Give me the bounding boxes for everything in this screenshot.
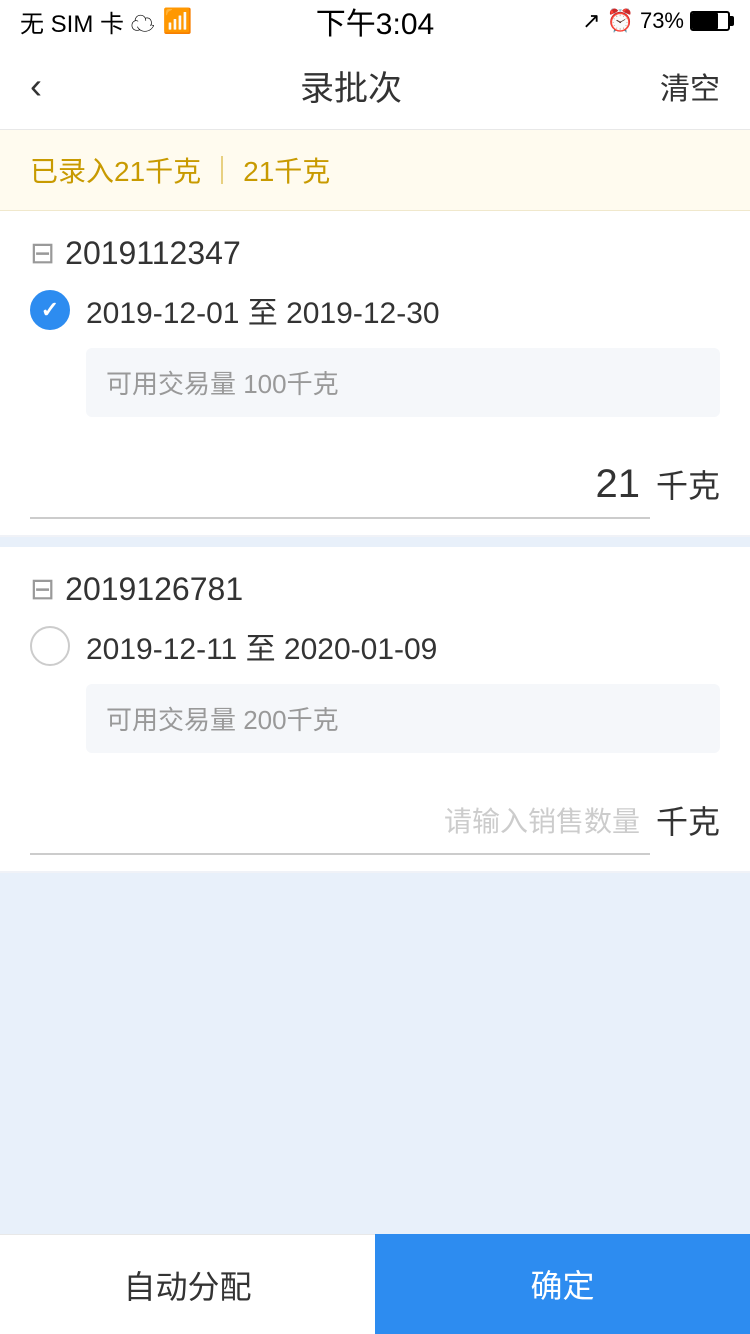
back-button[interactable]: ‹ bbox=[30, 65, 42, 107]
status-left: 无 SIM 卡 ☁ 📶 bbox=[20, 4, 193, 39]
location-icon: ↗ bbox=[582, 8, 600, 34]
wifi-icon: 📶 bbox=[163, 7, 193, 36]
batch1-header: ⊟ 2019112347 bbox=[30, 235, 720, 272]
batch1-date: 2019-12-01 至 2019-12-30 bbox=[86, 288, 440, 332]
nav-bar: ‹ 录批次 清空 bbox=[0, 42, 750, 130]
page-title: 录批次 bbox=[300, 61, 402, 110]
status-time: 下午3:04 bbox=[316, 0, 434, 43]
batch1-id: 2019112347 bbox=[65, 235, 241, 272]
status-right: ↗ ⏰ 73% bbox=[582, 8, 730, 34]
summary-bar: 已录入21千克 21千克 bbox=[0, 130, 750, 211]
summary-divider bbox=[221, 156, 223, 184]
batch2-input-row[interactable]: 请输入销售数量 千克 bbox=[0, 777, 750, 853]
status-bar: 无 SIM 卡 ☁ 📶 下午3:04 ↗ ⏰ 73% bbox=[0, 0, 750, 42]
confirm-button[interactable]: 确定 bbox=[375, 1234, 750, 1334]
batch1-card: ⊟ 2019112347 2019-12-01 至 2019-12-30 可用交… bbox=[0, 211, 750, 535]
separator1 bbox=[0, 537, 750, 547]
batch1-quantity-value: 21 bbox=[595, 462, 640, 507]
batch1-date-row[interactable]: 2019-12-01 至 2019-12-30 bbox=[30, 288, 720, 332]
batch1-quantity-row: 21 千克 bbox=[0, 441, 750, 517]
batch2-icon: ⊟ bbox=[30, 572, 55, 607]
batch2-available: 可用交易量 200千克 bbox=[86, 684, 720, 753]
batch2-input-placeholder[interactable]: 请输入销售数量 bbox=[444, 800, 640, 840]
clear-button[interactable]: 清空 bbox=[660, 64, 720, 108]
batch2-id: 2019126781 bbox=[65, 571, 243, 608]
batch2-unit: 千克 bbox=[656, 797, 720, 843]
signal-text: 无 SIM 卡 ☁ bbox=[20, 4, 155, 39]
bottom-bar: 自动分配 确定 bbox=[0, 1234, 750, 1334]
auto-distribute-button[interactable]: 自动分配 bbox=[0, 1234, 375, 1334]
batch1-unit: 千克 bbox=[656, 461, 720, 507]
alarm-icon: ⏰ bbox=[607, 8, 634, 34]
batch1-icon: ⊟ bbox=[30, 236, 55, 271]
battery-icon bbox=[690, 11, 730, 31]
batch2-radio[interactable] bbox=[30, 626, 70, 666]
keyboard-area bbox=[0, 873, 750, 1293]
batch2-date: 2019-12-11 至 2020-01-09 bbox=[86, 624, 437, 668]
battery-percent: 73% bbox=[640, 8, 684, 34]
batch1-available: 可用交易量 100千克 bbox=[86, 348, 720, 417]
batch1-radio[interactable] bbox=[30, 290, 70, 330]
batch2-header: ⊟ 2019126781 bbox=[30, 571, 720, 608]
summary-value: 21千克 bbox=[243, 150, 330, 190]
batch2-date-row[interactable]: 2019-12-11 至 2020-01-09 bbox=[30, 624, 720, 668]
batch2-card: ⊟ 2019126781 2019-12-11 至 2020-01-09 可用交… bbox=[0, 547, 750, 871]
summary-label: 已录入21千克 bbox=[30, 150, 201, 190]
